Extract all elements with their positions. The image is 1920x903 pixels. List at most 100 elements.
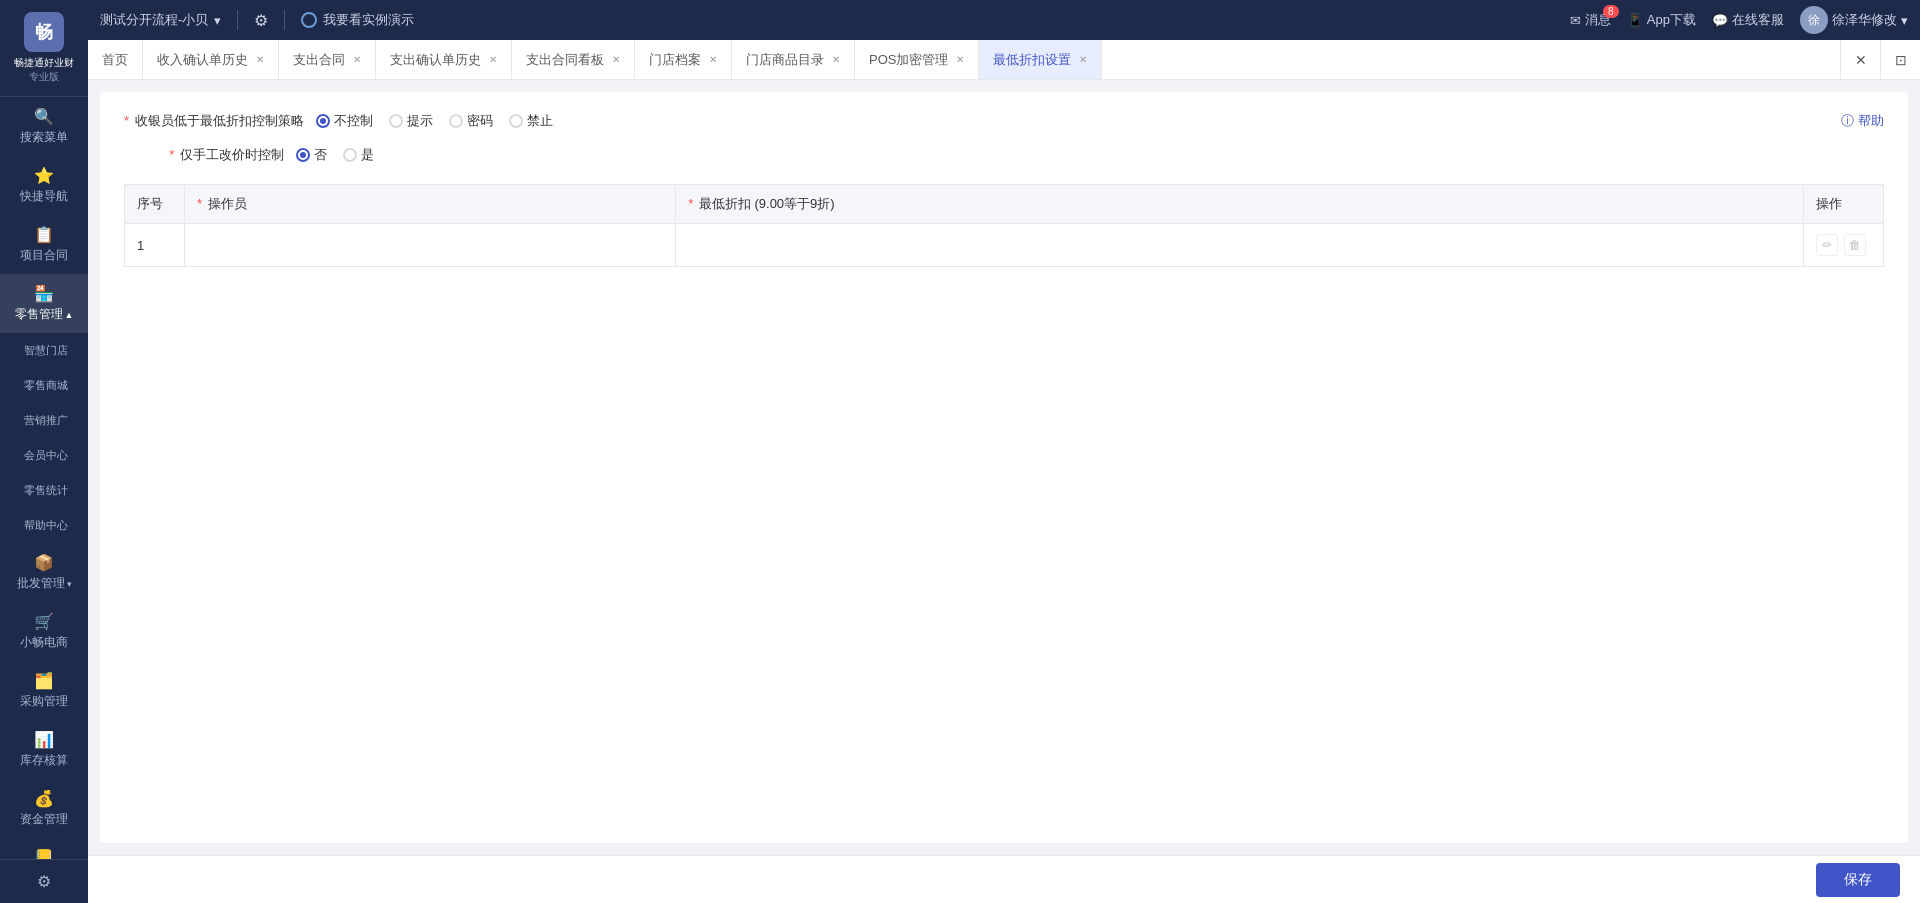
topbar-settings-icon: ⚙ <box>254 12 268 29</box>
tab-payment-contract-board[interactable]: 支出合同看板 ✕ <box>512 40 635 79</box>
sidebar-label-purchase-mgmt: 采购管理 <box>20 693 68 710</box>
topbar-user-profile[interactable]: 徐 徐泽华修改 ▾ <box>1800 6 1908 34</box>
tab-min-discount-settings[interactable]: 最低折扣设置 ✕ <box>979 40 1102 79</box>
sidebar-item-purchase-mgmt[interactable]: 🗂️ 采购管理 <box>0 661 88 720</box>
topbar-app-download-button[interactable]: 📱 App下载 <box>1627 11 1696 29</box>
topbar-demo-button[interactable]: 我要看实例演示 <box>301 11 414 29</box>
tab-close-all-button[interactable]: ✕ <box>1840 40 1880 80</box>
radio-manual-no[interactable]: 否 <box>296 146 327 164</box>
sidebar-item-wholesale-mgmt[interactable]: 📦 批发管理 ▾ <box>0 543 88 602</box>
sidebar-label-retail-mall: 零售商城 <box>24 378 68 393</box>
main-area: 测试分开流程-小贝 ▾ ⚙ 我要看实例演示 ✉ 消息 8 📱 App下载 💬 在… <box>88 0 1920 903</box>
tab-min-discount-settings-close[interactable]: ✕ <box>1079 54 1087 65</box>
sidebar-item-retail-mgmt[interactable]: 🏪 零售管理 ▲ <box>0 274 88 333</box>
tab-pos-password-mgmt-close[interactable]: ✕ <box>956 54 964 65</box>
fund-mgmt-icon: 💰 <box>34 789 54 808</box>
topbar-message-badge: 8 <box>1603 5 1619 18</box>
topbar-message-button[interactable]: ✉ 消息 8 <box>1570 11 1611 29</box>
sidebar-item-search-menu[interactable]: 🔍 搜索菜单 <box>0 97 88 156</box>
topbar-project-name: 测试分开流程-小贝 <box>100 11 208 29</box>
tab-payment-confirm-history-close[interactable]: ✕ <box>489 54 497 65</box>
topbar-right-area: ✉ 消息 8 📱 App下载 💬 在线客服 徐 徐泽华修改 ▾ <box>1570 6 1908 34</box>
radio-manual-no-input[interactable] <box>296 148 310 162</box>
app-version: 专业版 <box>29 70 59 84</box>
topbar-divider-1 <box>237 10 238 30</box>
sidebar-item-fund-mgmt[interactable]: 💰 资金管理 <box>0 779 88 838</box>
topbar-user-name: 徐泽华修改 <box>1832 11 1897 29</box>
help-button[interactable]: ⓘ 帮助 <box>1841 112 1884 130</box>
radio-forbid-input[interactable] <box>509 114 523 128</box>
sidebar-label-search-menu: 搜索菜单 <box>20 129 68 146</box>
table-row: 1 ✏ 🗑 <box>125 224 1884 267</box>
tab-income-confirm-history-close[interactable]: ✕ <box>256 54 264 65</box>
col-header-operator: * 操作员 <box>185 185 676 224</box>
topbar-demo-label: 我要看实例演示 <box>323 11 414 29</box>
tab-payment-contract-board-close[interactable]: ✕ <box>612 54 620 65</box>
sidebar: 畅 畅捷通好业财 专业版 🔍 搜索菜单 ⭐ 快捷导航 📋 项目合同 🏪 零售管理… <box>0 0 88 903</box>
sidebar-item-inventory-calc[interactable]: 📊 库存核算 <box>0 720 88 779</box>
sidebar-item-smart-store[interactable]: 智慧门店 <box>0 333 88 368</box>
tab-payment-contract-close[interactable]: ✕ <box>353 54 361 65</box>
topbar-online-service-button[interactable]: 💬 在线客服 <box>1712 11 1784 29</box>
manual-price-required-mark: * <box>169 147 174 162</box>
tab-home[interactable]: 首页 <box>88 40 143 79</box>
topbar-online-service-label: 在线客服 <box>1732 11 1784 29</box>
save-button[interactable]: 保存 <box>1816 863 1900 897</box>
radio-password[interactable]: 密码 <box>449 112 493 130</box>
tab-store-product-catalog[interactable]: 门店商品目录 ✕ <box>732 40 855 79</box>
radio-manual-yes[interactable]: 是 <box>343 146 374 164</box>
app-name: 畅捷通好业财 <box>14 56 74 70</box>
tab-payment-contract-label: 支出合同 <box>293 51 345 69</box>
sidebar-item-help-center[interactable]: 帮助中心 <box>0 508 88 543</box>
tab-income-confirm-history[interactable]: 收入确认单历史 ✕ <box>143 40 279 79</box>
radio-manual-yes-input[interactable] <box>343 148 357 162</box>
tab-pos-password-mgmt[interactable]: POS加密管理 ✕ <box>855 40 979 79</box>
action-delete-button[interactable]: 🗑 <box>1844 234 1866 256</box>
sidebar-item-quick-nav[interactable]: ⭐ 快捷导航 <box>0 156 88 215</box>
sidebar-label-help-center: 帮助中心 <box>24 518 68 533</box>
sidebar-item-retail-mall[interactable]: 零售商城 <box>0 368 88 403</box>
radio-hint-input[interactable] <box>389 114 403 128</box>
tab-pos-password-mgmt-label: POS加密管理 <box>869 51 948 69</box>
radio-forbid[interactable]: 禁止 <box>509 112 553 130</box>
radio-password-input[interactable] <box>449 114 463 128</box>
wholesale-expand-icon: ▾ <box>67 579 72 589</box>
topbar-app-download-label: App下载 <box>1647 11 1696 29</box>
topbar-settings-button[interactable]: ⚙ <box>254 11 268 30</box>
sidebar-item-retail-stats[interactable]: 零售统计 <box>0 473 88 508</box>
col-header-min-discount: * 最低折扣 (9.00等于9折) <box>676 185 1804 224</box>
radio-no-control[interactable]: 不控制 <box>316 112 373 130</box>
discount-policy-label: * 收银员低于最低折扣控制策略 <box>124 112 304 130</box>
tab-store-product-catalog-close[interactable]: ✕ <box>832 54 840 65</box>
tab-store-file-close[interactable]: ✕ <box>709 54 717 65</box>
manual-price-label: * 仅手工改价时控制 <box>124 146 284 164</box>
tab-more-button[interactable]: ⊡ <box>1880 40 1920 80</box>
action-edit-button[interactable]: ✏ <box>1816 234 1838 256</box>
cell-seq: 1 <box>125 224 185 267</box>
operator-required-mark: * <box>197 196 202 211</box>
topbar-user-dropdown-icon: ▾ <box>1901 13 1908 28</box>
sidebar-item-member-center[interactable]: 会员中心 <box>0 438 88 473</box>
sidebar-item-ecommerce[interactable]: 🛒 小畅电商 <box>0 602 88 661</box>
radio-hint-label: 提示 <box>407 112 433 130</box>
tab-payment-confirm-history[interactable]: 支出确认单历史 ✕ <box>376 40 512 79</box>
radio-manual-yes-label: 是 <box>361 146 374 164</box>
tab-actions: ✕ ⊡ <box>1840 40 1920 80</box>
sidebar-settings-button[interactable]: ⚙ <box>0 859 88 903</box>
sidebar-item-project-contract[interactable]: 📋 项目合同 <box>0 215 88 274</box>
sidebar-label-member-center: 会员中心 <box>24 448 68 463</box>
sidebar-item-accounting[interactable]: 📒 总账管理 <box>0 838 88 859</box>
col-header-seq: 序号 <box>125 185 185 224</box>
tab-close-all-icon: ✕ <box>1855 52 1867 68</box>
radio-hint[interactable]: 提示 <box>389 112 433 130</box>
radio-forbid-label: 禁止 <box>527 112 553 130</box>
tab-store-file[interactable]: 门店档案 ✕ <box>635 40 732 79</box>
sidebar-item-marketing-promo[interactable]: 营销推广 <box>0 403 88 438</box>
tab-income-confirm-history-label: 收入确认单历史 <box>157 51 248 69</box>
radio-manual-no-label: 否 <box>314 146 327 164</box>
sidebar-logo: 畅 畅捷通好业财 专业版 <box>0 0 88 97</box>
radio-no-control-input[interactable] <box>316 114 330 128</box>
accounting-icon: 📒 <box>34 848 54 859</box>
tab-payment-contract[interactable]: 支出合同 ✕ <box>279 40 376 79</box>
topbar-project-selector[interactable]: 测试分开流程-小贝 ▾ <box>100 11 221 29</box>
